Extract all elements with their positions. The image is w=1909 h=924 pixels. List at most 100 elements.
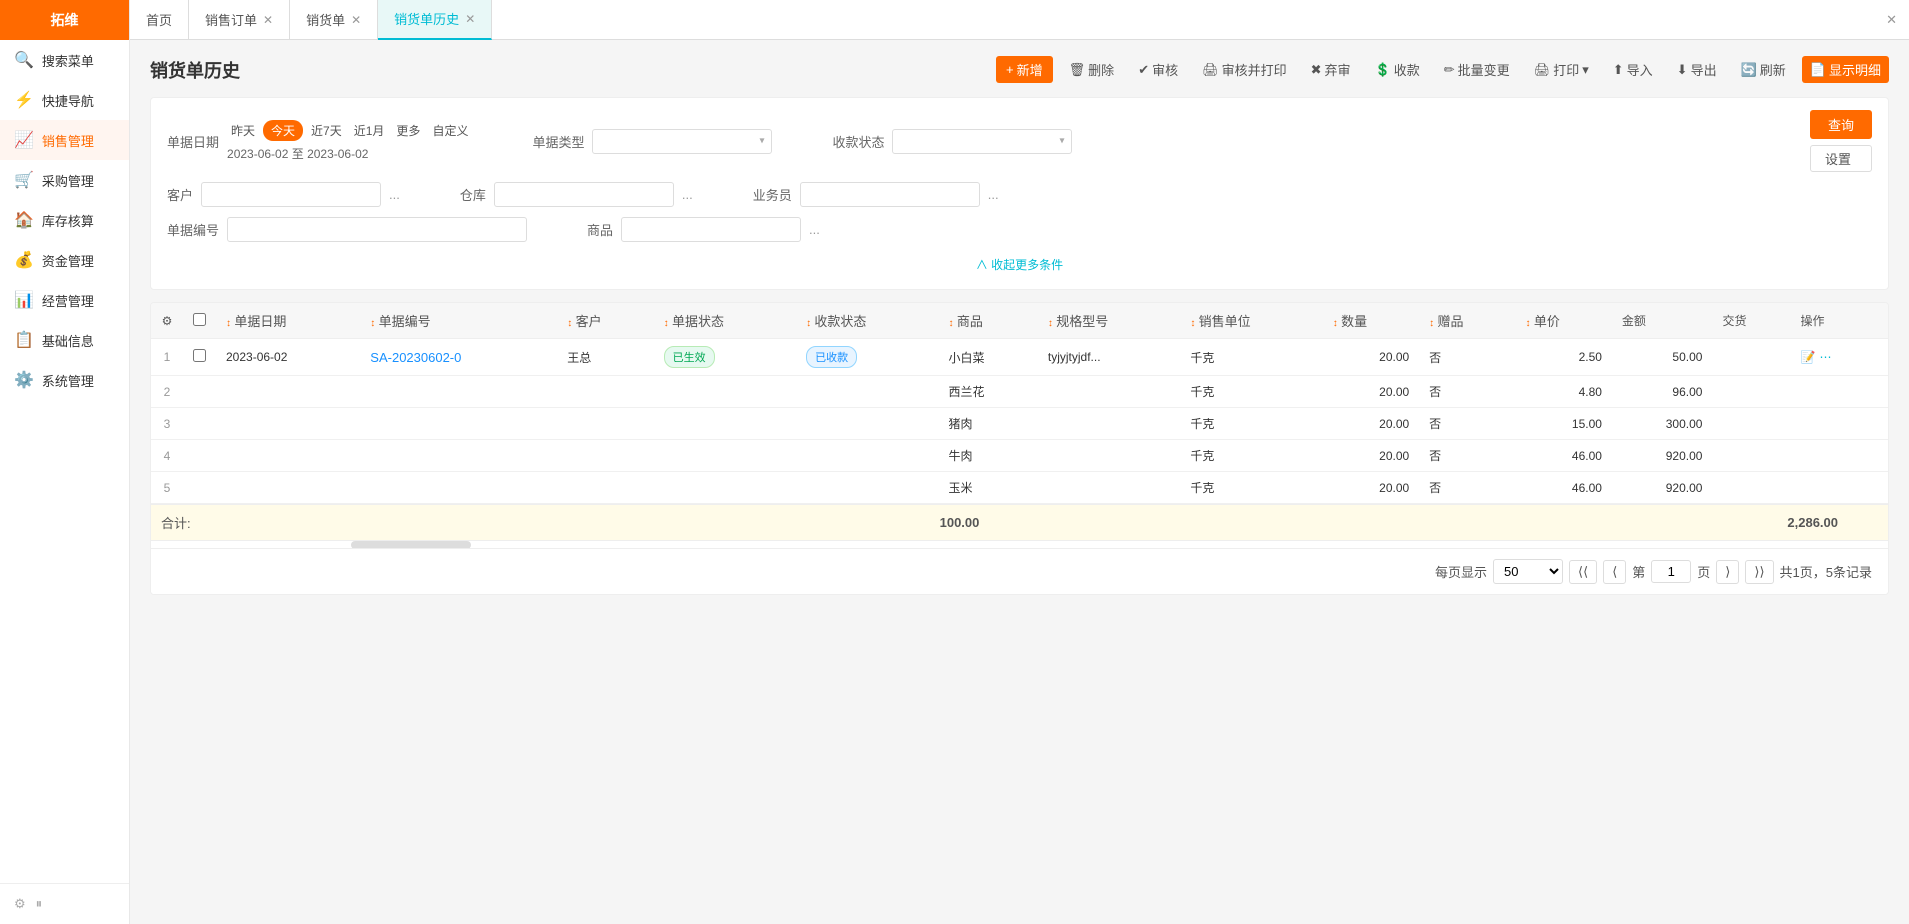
batch-change-button[interactable]: ✏ 批量变更 [1436, 56, 1518, 83]
row-goods: 玉米 [939, 472, 1038, 504]
collect-status-select[interactable] [892, 129, 1072, 154]
tab-sales-history-close[interactable]: ✕ [465, 12, 475, 26]
audit-print-button[interactable]: 🖨 审核并打印 [1194, 56, 1295, 83]
sidebar-item-search-menu[interactable]: 🔍 搜索菜单 [0, 40, 129, 80]
print-button[interactable]: 🖨 打印 ▾ [1526, 56, 1597, 83]
collapse-button[interactable]: ∧ 收起更多条件 [167, 252, 1872, 277]
tab-sales-order-close[interactable]: ✕ [263, 13, 273, 27]
row-customer [557, 440, 653, 472]
col-gift[interactable]: ↕ 赠品 [1419, 303, 1515, 339]
warehouse-dots[interactable]: ... [682, 187, 693, 202]
col-doc-date[interactable]: ↕ 单据日期 [216, 303, 360, 339]
horizontal-scrollbar[interactable] [151, 540, 1888, 548]
date-1month[interactable]: 近1月 [350, 120, 389, 141]
date-more[interactable]: 更多 [392, 120, 424, 141]
search-menu-icon: 🔍 [14, 50, 34, 70]
col-goods[interactable]: ↕ 商品 [939, 303, 1038, 339]
doc-no-label: 单据编号 [167, 220, 219, 239]
col-spec-type[interactable]: ↕ 规格型号 [1038, 303, 1180, 339]
data-table: ⚙ ↕ 单据日期 ↕ 单据编号 ↕ 客户 ↕ 单据状态 ↕ 收款状态 ↕ 商品 … [151, 303, 1888, 504]
doc-type-select[interactable] [592, 129, 772, 154]
col-qty[interactable]: ↕ 数量 [1323, 303, 1419, 339]
delete-icon: 🗑 [1069, 62, 1086, 78]
sidebar-item-ops-mgmt[interactable]: 📊 经营管理 [0, 280, 129, 320]
col-unit-price[interactable]: ↕ 单价 [1516, 303, 1612, 339]
goods-dots[interactable]: ... [809, 222, 820, 237]
page-unit: 页 [1697, 562, 1710, 581]
row-collect-status: 已收款 [796, 339, 938, 376]
per-page-label: 每页显示 [1435, 562, 1487, 581]
fund-mgmt-icon: 💰 [14, 250, 34, 270]
date-custom[interactable]: 自定义 [428, 120, 472, 141]
sidebar-item-stock-calc[interactable]: 🏠 库存核算 [0, 200, 129, 240]
sidebar-item-quick-nav[interactable]: ⚡ 快捷导航 [0, 80, 129, 120]
refresh-button[interactable]: 🔄 刷新 [1733, 56, 1794, 83]
show-detail-button[interactable]: 📄 显示明细 [1802, 56, 1889, 83]
per-page-select[interactable]: 50 20 100 [1493, 559, 1563, 584]
sidebar-item-purchase-mgmt[interactable]: 🛒 采购管理 [0, 160, 129, 200]
col-doc-no[interactable]: ↕ 单据编号 [360, 303, 557, 339]
collect-button[interactable]: 💲 收款 [1367, 56, 1428, 83]
settings-button[interactable]: 设置 [1810, 145, 1872, 172]
edit-action-button[interactable]: 📝 [1800, 350, 1815, 364]
col-settings[interactable]: ⚙ [151, 303, 183, 339]
current-page-input[interactable] [1651, 560, 1691, 583]
row-doc-no [360, 376, 557, 408]
date-yesterday[interactable]: 昨天 [227, 120, 259, 141]
sidebar-collapse-icon[interactable]: ⏸ [36, 896, 43, 912]
doc-no-link[interactable]: SA-20230602-0 [370, 350, 461, 365]
row-spec-type [1038, 472, 1180, 504]
customer-input[interactable] [201, 182, 381, 207]
batch-change-icon: ✏ [1444, 62, 1455, 78]
goods-label: 商品 [587, 220, 613, 239]
salesperson-dots[interactable]: ... [988, 187, 999, 202]
row-spec-type [1038, 440, 1180, 472]
sidebar-item-fund-mgmt[interactable]: 💰 资金管理 [0, 240, 129, 280]
row-qty: 20.00 [1323, 339, 1419, 376]
warehouse-input[interactable] [494, 182, 674, 207]
sidebar-item-sales-mgmt[interactable]: 📈 销售管理 [0, 120, 129, 160]
row-qty: 20.00 [1323, 440, 1419, 472]
next-page-button[interactable]: ⟩ [1716, 560, 1739, 584]
col-collect-status[interactable]: ↕ 收款状态 [796, 303, 938, 339]
doc-no-input[interactable] [227, 217, 527, 242]
row-checkbox-cell [183, 472, 216, 504]
filter-date: 单据日期 昨天 今天 近7天 近1月 更多 自定义 2023-06-02 至 2… [167, 120, 472, 162]
import-button[interactable]: ⬆ 导入 [1605, 56, 1661, 83]
first-page-button[interactable]: ⟨⟨ [1569, 560, 1597, 584]
more-action-button[interactable]: ⋯ [1819, 350, 1831, 364]
sidebar-item-sys-mgmt[interactable]: ⚙️ 系统管理 [0, 360, 129, 400]
col-customer[interactable]: ↕ 客户 [557, 303, 653, 339]
prev-page-button[interactable]: ⟨ [1603, 560, 1626, 584]
select-all-checkbox[interactable] [193, 313, 206, 326]
row-trade [1712, 339, 1790, 376]
sidebar-settings-icon[interactable]: ⚙ [14, 896, 26, 912]
tab-sales-history[interactable]: 销货单历史 ✕ [378, 0, 492, 40]
goods-input[interactable] [621, 217, 801, 242]
new-button[interactable]: + 新增 [996, 56, 1053, 83]
row-actions: 📝⋯ [1790, 339, 1888, 376]
delete-button[interactable]: 🗑 删除 [1061, 56, 1123, 83]
customer-dots[interactable]: ... [389, 187, 400, 202]
export-button[interactable]: ⬇ 导出 [1669, 56, 1725, 83]
col-doc-status[interactable]: ↕ 单据状态 [654, 303, 796, 339]
tab-sales-goods-close[interactable]: ✕ [351, 13, 361, 27]
row-sales-unit: 千克 [1180, 440, 1322, 472]
col-sales-unit[interactable]: ↕ 销售单位 [1180, 303, 1322, 339]
close-all-tabs-button[interactable]: ✕ [1874, 12, 1909, 28]
query-button[interactable]: 查询 [1810, 110, 1872, 139]
print-dropdown-icon: ▾ [1582, 62, 1589, 78]
tab-sales-order[interactable]: 销售订单 ✕ [189, 0, 290, 40]
abandon-button[interactable]: ✖ 弃审 [1303, 56, 1359, 83]
date-7days[interactable]: 近7天 [307, 120, 346, 141]
last-page-button[interactable]: ⟩⟩ [1745, 560, 1773, 584]
collect-status-badge: 已收款 [806, 346, 857, 368]
row-checkbox[interactable] [193, 349, 206, 362]
tab-home[interactable]: 首页 [130, 0, 189, 40]
salesperson-input[interactable] [800, 182, 980, 207]
audit-button[interactable]: ✔ 审核 [1130, 56, 1186, 83]
sidebar-item-base-info[interactable]: 📋 基础信息 [0, 320, 129, 360]
date-today[interactable]: 今天 [263, 120, 303, 141]
row-actions [1790, 472, 1888, 504]
tab-sales-goods[interactable]: 销货单 ✕ [290, 0, 378, 40]
